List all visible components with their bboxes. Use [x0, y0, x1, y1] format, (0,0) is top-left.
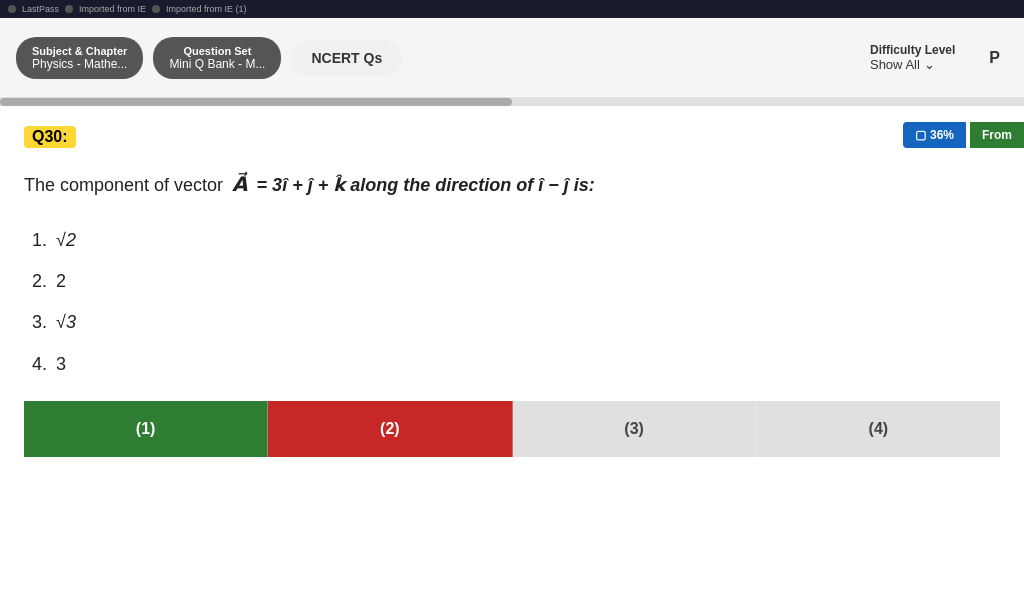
option-4: 4. 3 — [32, 352, 1000, 377]
question-number: Q30: — [24, 126, 76, 148]
option-3: 3. √3 — [32, 310, 1000, 335]
progress-icon: ▢ — [915, 128, 926, 142]
ncert-button[interactable]: NCERT Qs — [291, 40, 402, 76]
answer-button-1[interactable]: (1) — [24, 401, 268, 457]
difficulty-value[interactable]: Show All ⌄ — [870, 57, 955, 72]
top-bar-dot-1 — [8, 5, 16, 13]
filter-bar: Subject & Chapter Physics - Mathe... Que… — [0, 18, 1024, 98]
question-text-prefix: The component of vector — [24, 175, 228, 195]
vector-A: A⃗ — [232, 168, 247, 200]
scroll-thumb — [0, 98, 512, 106]
subject-chapter-label: Subject & Chapter — [32, 45, 127, 57]
top-bar-item-1: LastPass — [22, 4, 59, 14]
question-equation: = 3î + ĵ + k̂ along the direction of î −… — [257, 175, 595, 195]
option-1-value: √2 — [56, 230, 76, 250]
top-bar-item-2: Imported from IE — [79, 4, 146, 14]
top-bar-dot-2 — [65, 5, 73, 13]
option-1: 1. √2 — [32, 228, 1000, 253]
extra-filter: P — [981, 49, 1008, 67]
top-bar-item-3: Imported from IE (1) — [166, 4, 247, 14]
top-bar-dot-3 — [152, 5, 160, 13]
question-text: The component of vector A⃗ = 3î + ĵ + k̂… — [24, 168, 1000, 200]
answer-buttons: (1) (2) (3) (4) — [24, 401, 1000, 457]
difficulty-filter: Difficulty Level Show All ⌄ — [870, 43, 955, 72]
subject-chapter-value: Physics - Mathe... — [32, 57, 127, 71]
question-area: ▢ 36% From Q30: The component of vector … — [0, 106, 1024, 526]
progress-badge: ▢ 36% — [903, 122, 966, 148]
answer-button-2[interactable]: (2) — [268, 401, 512, 457]
answer-button-3[interactable]: (3) — [513, 401, 757, 457]
answer-button-4[interactable]: (4) — [757, 401, 1000, 457]
question-set-label: Question Set — [169, 45, 265, 57]
options-list: 1. √2 2. 2 3. √3 4. 3 — [32, 228, 1000, 377]
option-2-value: 2 — [56, 271, 66, 291]
scroll-indicator — [0, 98, 1024, 106]
subject-chapter-chip[interactable]: Subject & Chapter Physics - Mathe... — [16, 37, 143, 79]
question-set-chip[interactable]: Question Set Mini Q Bank - M... — [153, 37, 281, 79]
option-4-value: 3 — [56, 354, 66, 374]
progress-value: 36% — [930, 128, 954, 142]
top-bar: LastPass Imported from IE Imported from … — [0, 0, 1024, 18]
option-4-number: 4. — [32, 354, 47, 374]
status-badge: From — [970, 122, 1024, 148]
top-right-badges: ▢ 36% From — [903, 122, 1024, 148]
difficulty-label: Difficulty Level — [870, 43, 955, 57]
option-3-value: √3 — [56, 312, 76, 332]
question-set-value: Mini Q Bank - M... — [169, 57, 265, 71]
chevron-down-icon: ⌄ — [924, 57, 935, 72]
option-2: 2. 2 — [32, 269, 1000, 294]
option-2-number: 2. — [32, 271, 47, 291]
option-1-number: 1. — [32, 230, 47, 250]
option-3-number: 3. — [32, 312, 47, 332]
